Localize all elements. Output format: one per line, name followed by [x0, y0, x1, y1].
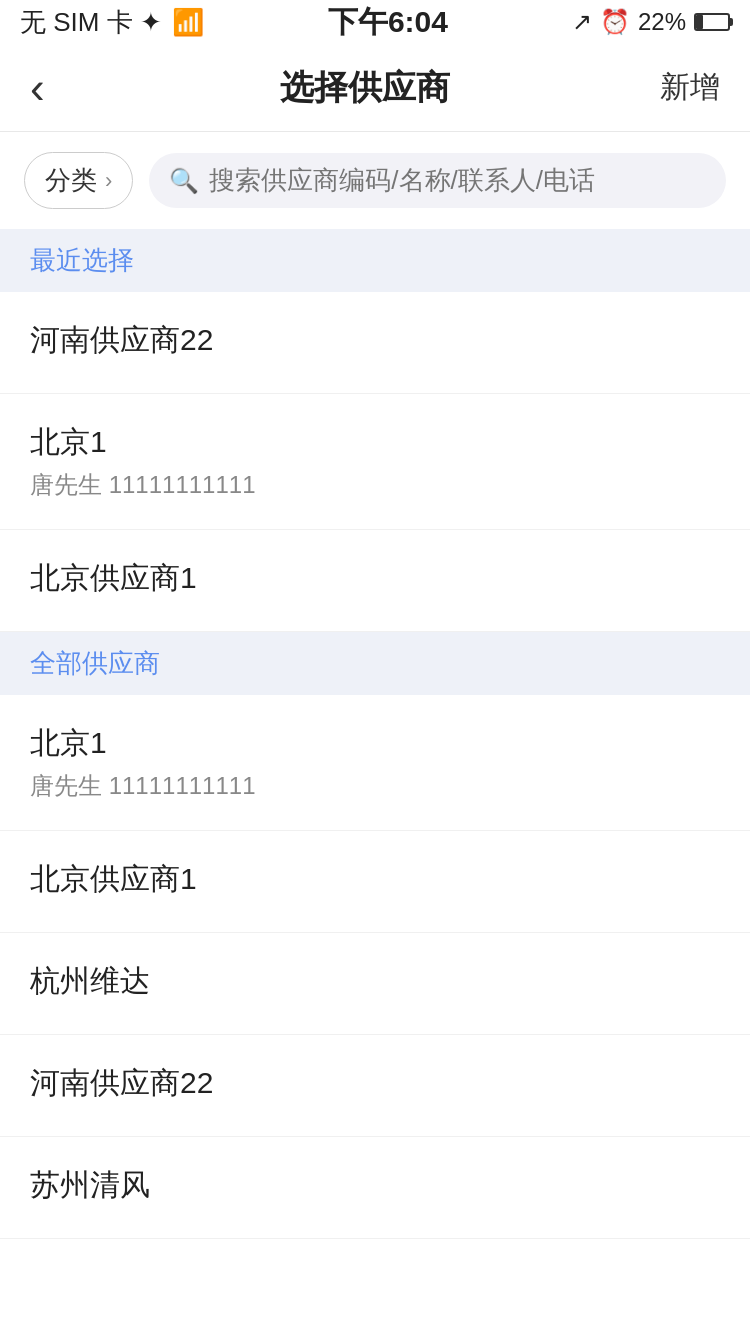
page-title: 选择供应商 [280, 65, 450, 111]
recent-list: 河南供应商22 北京1 唐先生 11111111111 北京供应商1 [0, 292, 750, 632]
list-item[interactable]: 杭州维达 [0, 933, 750, 1035]
nav-bar: ‹ 选择供应商 新增 [0, 44, 750, 132]
alarm-icon: ⏰ [600, 8, 630, 36]
category-button[interactable]: 分类 › [24, 152, 133, 209]
list-item[interactable]: 北京1 唐先生 11111111111 [0, 695, 750, 831]
item-sub: 唐先生 11111111111 [30, 770, 720, 802]
item-name: 北京1 [30, 422, 720, 463]
status-bar-left: 无 SIM 卡 ✦ 📶 [20, 5, 204, 40]
filter-bar: 分类 › 🔍 [0, 132, 750, 229]
all-section-header: 全部供应商 [0, 632, 750, 695]
wifi-icon: 📶 [172, 7, 204, 38]
list-item[interactable]: 河南供应商22 [0, 292, 750, 394]
search-input[interactable] [209, 165, 706, 196]
list-item[interactable]: 北京供应商1 [0, 530, 750, 632]
recent-section-label: 最近选择 [30, 245, 134, 275]
item-name: 苏州清风 [30, 1165, 720, 1206]
sim-label: 无 SIM 卡 ✦ [20, 5, 162, 40]
item-name: 河南供应商22 [30, 1063, 720, 1104]
search-bar[interactable]: 🔍 [149, 153, 726, 208]
list-item[interactable]: 河南供应商22 [0, 1035, 750, 1137]
item-name: 北京1 [30, 723, 720, 764]
list-item[interactable]: 北京供应商1 [0, 831, 750, 933]
list-item[interactable]: 苏州清风 [0, 1137, 750, 1239]
item-name: 杭州维达 [30, 961, 720, 1002]
battery-icon [694, 13, 730, 31]
status-bar: 无 SIM 卡 ✦ 📶 下午6:04 ↗ ⏰ 22% [0, 0, 750, 44]
item-name: 北京供应商1 [30, 558, 720, 599]
recent-section-header: 最近选择 [0, 229, 750, 292]
item-name: 北京供应商1 [30, 859, 720, 900]
status-bar-right: ↗ ⏰ 22% [572, 8, 730, 36]
chevron-right-icon: › [105, 168, 112, 194]
back-button[interactable]: ‹ [30, 63, 90, 113]
item-sub: 唐先生 11111111111 [30, 469, 720, 501]
status-bar-time: 下午6:04 [328, 2, 448, 43]
list-item[interactable]: 北京1 唐先生 11111111111 [0, 394, 750, 530]
item-name: 河南供应商22 [30, 320, 720, 361]
all-list: 北京1 唐先生 11111111111 北京供应商1 杭州维达河南供应商22 苏州清风 [0, 695, 750, 1239]
category-label: 分类 [45, 163, 97, 198]
battery-label: 22% [638, 8, 686, 36]
new-button[interactable]: 新增 [640, 67, 720, 108]
search-icon: 🔍 [169, 167, 199, 195]
location-icon: ↗ [572, 8, 592, 36]
all-section-label: 全部供应商 [30, 648, 160, 678]
